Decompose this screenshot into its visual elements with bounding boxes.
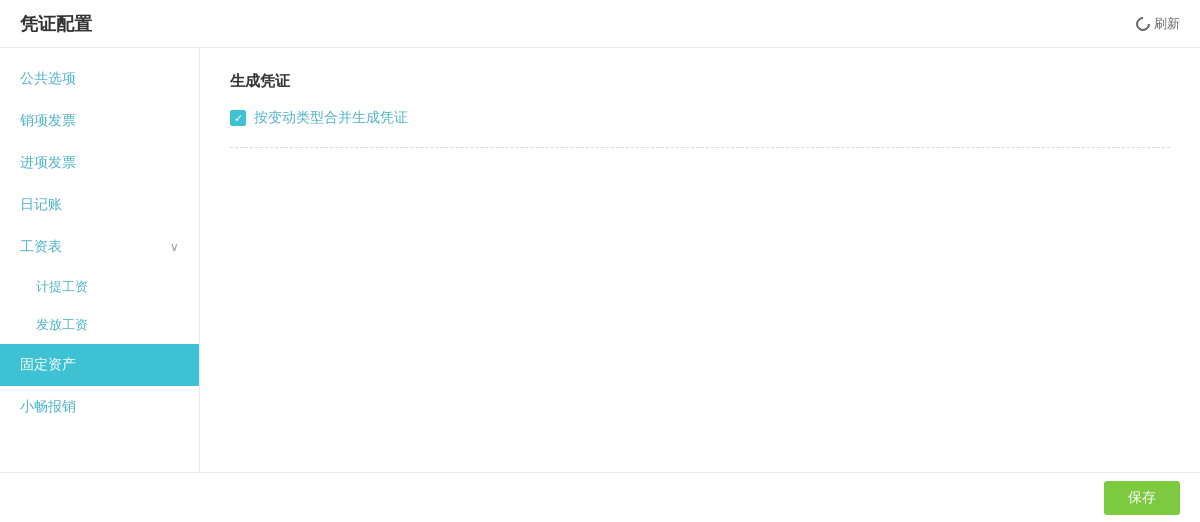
checkbox-label: 按变动类型合并生成凭证: [254, 109, 408, 127]
sidebar-item-journal[interactable]: 日记账: [0, 184, 199, 226]
chevron-down-icon: ∨: [170, 240, 179, 254]
page-title: 凭证配置: [20, 12, 92, 36]
check-icon: ✓: [234, 113, 243, 124]
footer: 保存: [0, 472, 1200, 522]
sidebar: 公共选项 销项发票 进项发票 日记账 工资表 ∨ 计提工资 发放工资 固定资: [0, 48, 200, 472]
sidebar-item-label: 计提工资: [36, 279, 88, 294]
sidebar-item-payroll-table[interactable]: 工资表 ∨: [0, 226, 199, 268]
page-wrapper: 凭证配置 刷新 公共选项 销项发票 进项发票 日记账 工资表 ∨: [0, 0, 1200, 522]
sidebar-item-issue-payroll[interactable]: 发放工资: [0, 306, 199, 344]
sidebar-item-label: 发放工资: [36, 317, 88, 332]
sidebar-item-sales-invoice[interactable]: 销项发票: [0, 100, 199, 142]
section-divider: [230, 147, 1170, 148]
sidebar-item-label: 公共选项: [20, 70, 76, 88]
sidebar-item-label: 销项发票: [20, 112, 76, 130]
refresh-icon: [1133, 14, 1153, 34]
section-title: 生成凭证: [230, 72, 1170, 91]
sidebar-item-fixed-assets[interactable]: 固定资产: [0, 344, 199, 386]
refresh-label: 刷新: [1154, 15, 1180, 33]
content-area: 生成凭证 ✓ 按变动类型合并生成凭证: [200, 48, 1200, 472]
sidebar-item-label: 进项发票: [20, 154, 76, 172]
sidebar-item-label: 小畅报销: [20, 398, 76, 416]
refresh-button[interactable]: 刷新: [1136, 15, 1180, 33]
sidebar-item-label: 工资表: [20, 238, 62, 256]
sidebar-item-label: 日记账: [20, 196, 62, 214]
header: 凭证配置 刷新: [0, 0, 1200, 48]
sidebar-item-public-options[interactable]: 公共选项: [0, 58, 199, 100]
checkbox-row: ✓ 按变动类型合并生成凭证: [230, 109, 1170, 127]
main-content: 公共选项 销项发票 进项发票 日记账 工资表 ∨ 计提工资 发放工资 固定资: [0, 48, 1200, 472]
save-button[interactable]: 保存: [1104, 481, 1180, 515]
sidebar-item-label: 固定资产: [20, 356, 76, 374]
merge-by-type-checkbox[interactable]: ✓: [230, 110, 246, 126]
sidebar-item-calc-payroll[interactable]: 计提工资: [0, 268, 199, 306]
sidebar-item-purchase-invoice[interactable]: 进项发票: [0, 142, 199, 184]
sidebar-item-expense-reimbursement[interactable]: 小畅报销: [0, 386, 199, 428]
